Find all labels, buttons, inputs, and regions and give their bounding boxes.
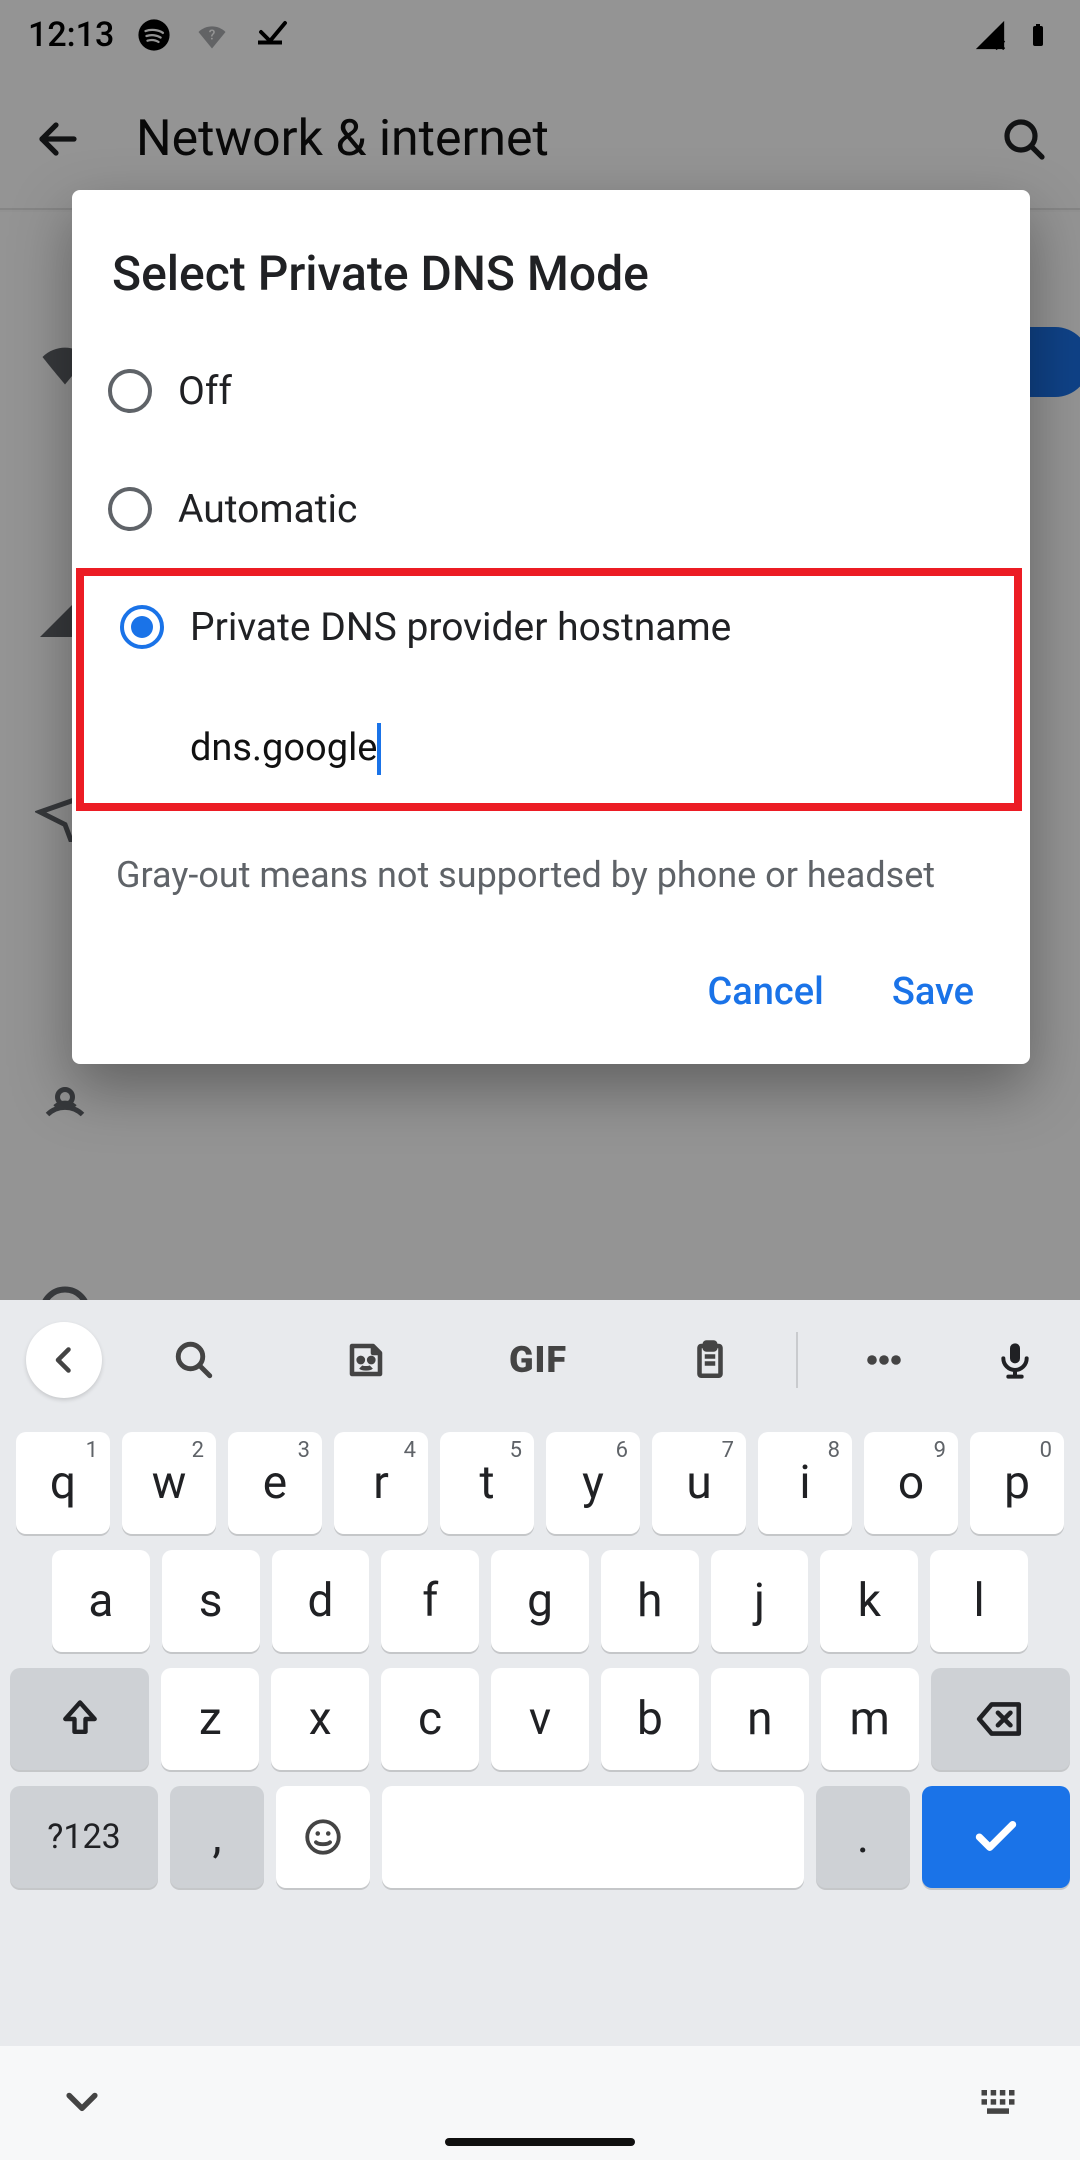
key-z[interactable]: z — [161, 1668, 259, 1770]
key-superscript: 1 — [86, 1438, 98, 1463]
shift-key[interactable] — [10, 1668, 149, 1770]
nav-keyboard-switch-button[interactable] — [976, 2079, 1020, 2127]
key-superscript: 7 — [722, 1438, 734, 1463]
radio-label: Private DNS provider hostname — [190, 604, 731, 650]
key-v[interactable]: v — [491, 1668, 589, 1770]
key-b[interactable]: b — [601, 1668, 699, 1770]
key-i[interactable]: i8 — [758, 1432, 852, 1534]
emoji-icon — [302, 1816, 344, 1858]
period-key[interactable]: . — [816, 1786, 910, 1888]
key-c[interactable]: c — [381, 1668, 479, 1770]
key-superscript: 5 — [510, 1438, 522, 1463]
kbd-sticker-button[interactable] — [280, 1300, 452, 1420]
key-l[interactable]: l — [930, 1550, 1028, 1652]
key-t[interactable]: t5 — [440, 1432, 534, 1534]
key-q[interactable]: q1 — [16, 1432, 110, 1534]
system-nav-bar — [0, 2046, 1080, 2160]
emoji-key[interactable] — [276, 1786, 370, 1888]
shift-icon — [58, 1697, 102, 1741]
backspace-key[interactable] — [931, 1668, 1070, 1770]
nav-down-button[interactable] — [60, 2079, 104, 2127]
comma-key[interactable]: , — [170, 1786, 264, 1888]
hostname-input[interactable]: dns.google — [190, 713, 1004, 783]
key-u[interactable]: u7 — [652, 1432, 746, 1534]
key-w[interactable]: w2 — [122, 1432, 216, 1534]
key-g[interactable]: g — [491, 1550, 589, 1652]
dialog-title: Select Private DNS Mode — [72, 245, 1030, 332]
hostname-text: dns.google — [190, 726, 377, 770]
dns-option-automatic[interactable]: Automatic — [72, 450, 1030, 568]
radio-label: Off — [178, 368, 232, 414]
kbd-clipboard-button[interactable] — [624, 1300, 796, 1420]
dns-option-hostname[interactable]: Private DNS provider hostname — [84, 576, 1014, 678]
key-k[interactable]: k — [820, 1550, 918, 1652]
enter-key[interactable] — [922, 1786, 1070, 1888]
kbd-search-button[interactable] — [108, 1300, 280, 1420]
key-superscript: 6 — [616, 1438, 628, 1463]
save-button[interactable]: Save — [892, 970, 974, 1014]
key-f[interactable]: f — [381, 1550, 479, 1652]
key-r[interactable]: r4 — [334, 1432, 428, 1534]
text-caret — [377, 723, 381, 775]
radio-selected-icon — [120, 605, 164, 649]
key-n[interactable]: n — [711, 1668, 809, 1770]
key-o[interactable]: o9 — [864, 1432, 958, 1534]
key-superscript: 8 — [828, 1438, 840, 1463]
kbd-more-button[interactable] — [798, 1300, 970, 1420]
radio-label: Automatic — [178, 486, 357, 532]
key-superscript: 3 — [298, 1438, 310, 1463]
dns-option-off[interactable]: Off — [72, 332, 1030, 450]
key-superscript: 4 — [404, 1438, 416, 1463]
key-d[interactable]: d — [272, 1550, 370, 1652]
key-j[interactable]: j — [711, 1550, 809, 1652]
radio-icon — [108, 487, 152, 531]
gesture-handle[interactable] — [445, 2138, 635, 2146]
cancel-button[interactable]: Cancel — [707, 970, 823, 1014]
space-key[interactable] — [382, 1786, 804, 1888]
key-s[interactable]: s — [162, 1550, 260, 1652]
radio-icon — [108, 369, 152, 413]
key-e[interactable]: e3 — [228, 1432, 322, 1534]
soft-keyboard: GIF q1w2e3r4t5y6u7i8o9p0 asdfghjkl zxcvb… — [0, 1300, 1080, 2160]
key-a[interactable]: a — [52, 1550, 150, 1652]
highlight-annotation: Private DNS provider hostname dns.google — [76, 568, 1022, 811]
check-icon — [971, 1812, 1021, 1862]
private-dns-dialog: Select Private DNS Mode Off Automatic Pr… — [72, 190, 1030, 1064]
keyboard-toolbar: GIF — [0, 1300, 1080, 1420]
kbd-gif-button[interactable]: GIF — [452, 1300, 624, 1420]
key-m[interactable]: m — [821, 1668, 919, 1770]
backspace-icon — [975, 1694, 1025, 1744]
kbd-mic-button[interactable] — [970, 1300, 1060, 1420]
key-superscript: 2 — [192, 1438, 204, 1463]
key-superscript: 9 — [934, 1438, 946, 1463]
symbols-key[interactable]: ?123 — [10, 1786, 158, 1888]
key-x[interactable]: x — [271, 1668, 369, 1770]
key-p[interactable]: p0 — [970, 1432, 1064, 1534]
key-y[interactable]: y6 — [546, 1432, 640, 1534]
key-superscript: 0 — [1040, 1438, 1052, 1463]
dialog-helper-text: Gray-out means not supported by phone or… — [72, 811, 1030, 900]
key-h[interactable]: h — [601, 1550, 699, 1652]
kbd-collapse-button[interactable] — [20, 1300, 108, 1420]
